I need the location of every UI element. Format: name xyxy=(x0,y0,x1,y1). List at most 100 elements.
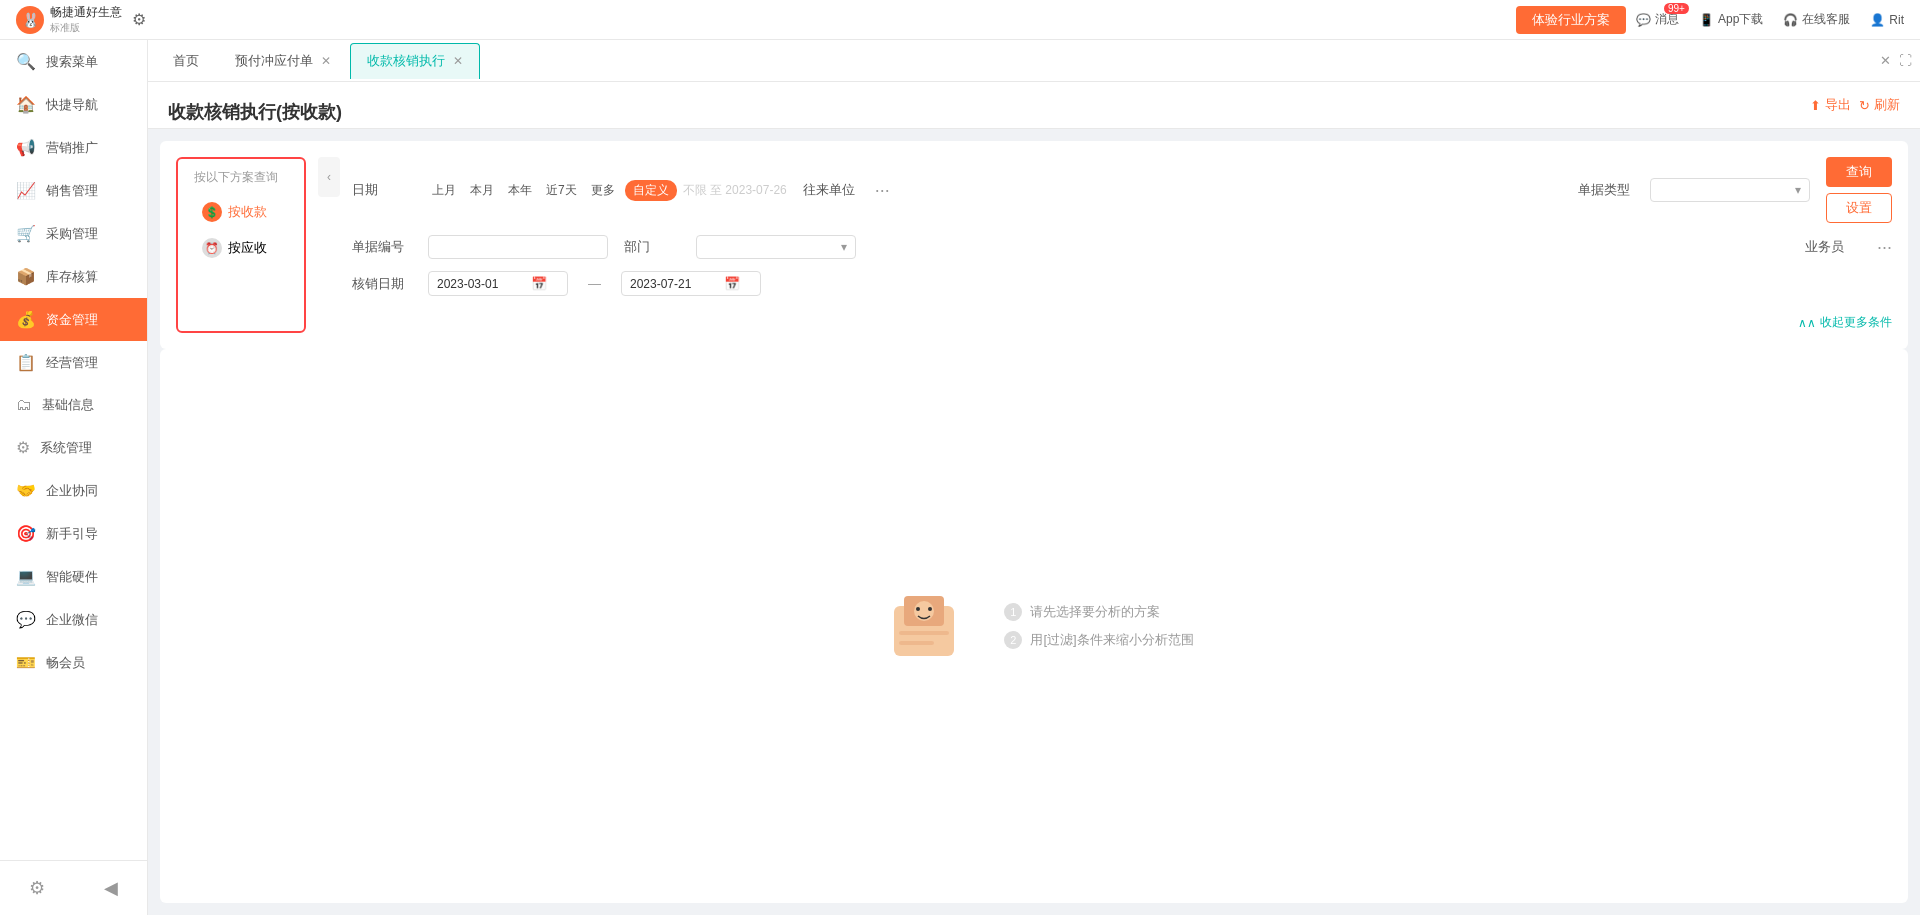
empty-tips: 1 请先选择要分析的方案 2 用[过滤]条件来缩小分析范围 xyxy=(1004,603,1193,649)
empty-tip-2: 2 用[过滤]条件来缩小分析范围 xyxy=(1004,631,1193,649)
partner-group: 往来单位 ··· 单据类型 ▾ xyxy=(803,178,1810,202)
sidebar-item-label: 系统管理 xyxy=(40,439,92,457)
bill-no-input[interactable] xyxy=(439,240,597,254)
bill-type-label: 单据类型 xyxy=(1578,181,1638,199)
close-window-icon[interactable]: ✕ xyxy=(1880,53,1891,68)
bill-type-select[interactable]: ▾ xyxy=(1650,178,1810,202)
sidebar-item-operations[interactable]: 📋 经营管理 xyxy=(0,341,147,384)
sidebar-item-quick-nav[interactable]: 🏠 快捷导航 xyxy=(0,83,147,126)
receipt-icon: 💲 xyxy=(202,202,222,222)
tab-label: 收款核销执行 xyxy=(367,52,445,70)
export-icon: ⬆ xyxy=(1810,98,1821,113)
svg-point-4 xyxy=(928,607,932,611)
user-menu[interactable]: 👤 Rit xyxy=(1870,13,1904,27)
salesman-ellipsis[interactable]: ··· xyxy=(1877,237,1892,258)
calendar-end-icon[interactable]: 📅 xyxy=(724,276,740,291)
receivable-icon: ⏰ xyxy=(202,238,222,258)
sidebar-item-inventory[interactable]: 📦 库存核算 xyxy=(0,255,147,298)
sidebar-item-enterprise[interactable]: 🤝 企业协同 xyxy=(0,469,147,512)
sidebar-item-system[interactable]: ⚙ 系统管理 xyxy=(0,426,147,469)
home-icon: 🏠 xyxy=(16,95,36,114)
tip-text-1: 请先选择要分析的方案 xyxy=(1030,603,1160,621)
tab-collection[interactable]: 收款核销执行 ✕ xyxy=(350,43,480,79)
tab-prepay[interactable]: 预付冲应付单 ✕ xyxy=(218,43,348,79)
verify-date-end-input[interactable]: 2023-07-21 xyxy=(630,277,720,291)
search-icon: 🔍 xyxy=(16,52,36,71)
online-service-button[interactable]: 🎧 在线客服 xyxy=(1783,11,1850,28)
close-tab-prepay-icon[interactable]: ✕ xyxy=(321,54,331,68)
sidebar-item-hardware[interactable]: 💻 智能硬件 xyxy=(0,555,147,598)
marketing-icon: 📢 xyxy=(16,138,36,157)
sidebar-item-wechat[interactable]: 💬 企业微信 xyxy=(0,598,147,641)
sidebar-item-search[interactable]: 🔍 搜索菜单 xyxy=(0,40,147,83)
filter-row-2: 单据编号 部门 ▾ 业务员 ··· xyxy=(352,235,1892,259)
sidebar-item-marketing[interactable]: 📢 营销推广 xyxy=(0,126,147,169)
date-label: 日期 xyxy=(352,181,412,199)
query-button[interactable]: 查询 xyxy=(1826,157,1892,187)
sidebar-item-purchase[interactable]: 🛒 采购管理 xyxy=(0,212,147,255)
expand-window-icon[interactable]: ⛶ xyxy=(1899,53,1912,68)
sidebar-collapse-button[interactable]: ◀ xyxy=(96,869,126,907)
close-tab-collection-icon[interactable]: ✕ xyxy=(453,54,463,68)
date-btn-7days[interactable]: 近7天 xyxy=(542,180,581,201)
date-hint: 不限 至 2023-07-26 xyxy=(683,182,787,199)
verify-date-start-input[interactable]: 2023-03-01 xyxy=(437,277,527,291)
chevron-down-icon: ▾ xyxy=(1795,183,1801,197)
page-title: 收款核销执行(按收款) xyxy=(168,100,342,124)
tip-text-2: 用[过滤]条件来缩小分析范围 xyxy=(1030,631,1193,649)
sidebar-item-finance[interactable]: 💰 资金管理 xyxy=(0,298,147,341)
collapse-more-button[interactable]: ∧∧ 收起更多条件 xyxy=(1798,314,1892,331)
tab-bar: 首页 预付冲应付单 ✕ 收款核销执行 ✕ ✕ ⛶ xyxy=(148,40,1920,82)
sales-icon: 📈 xyxy=(16,181,36,200)
date-btn-this-month[interactable]: 本月 xyxy=(466,180,498,201)
brand-sub: 标准版 xyxy=(50,21,122,35)
sidebar-item-label: 智能硬件 xyxy=(46,568,98,586)
sidebar-item-sales[interactable]: 📈 销售管理 xyxy=(0,169,147,212)
sidebar-item-label: 搜索菜单 xyxy=(46,53,98,71)
sidebar-item-label: 营销推广 xyxy=(46,139,98,157)
setting-button[interactable]: 设置 xyxy=(1826,193,1892,223)
date-btn-last-month[interactable]: 上月 xyxy=(428,180,460,201)
tab-label: 预付冲应付单 xyxy=(235,52,313,70)
export-button[interactable]: ⬆ 导出 xyxy=(1810,96,1851,114)
sidebar-item-basic-info[interactable]: 🗂 基础信息 xyxy=(0,384,147,426)
filter-row-3: 核销日期 2023-03-01 📅 — 2023-07-21 📅 xyxy=(352,271,1892,296)
filter-option-by-receipt[interactable]: 💲 按收款 xyxy=(194,198,275,226)
refresh-button[interactable]: ↻ 刷新 xyxy=(1859,96,1900,114)
collapse-toggle-button[interactable]: ‹ xyxy=(318,157,340,197)
partner-ellipsis[interactable]: ··· xyxy=(875,180,890,201)
sidebar-item-label: 资金管理 xyxy=(46,311,98,329)
date-btn-more[interactable]: 更多 xyxy=(587,180,619,201)
filter-option-by-receivable[interactable]: ⏰ 按应收 xyxy=(194,234,275,262)
brand-name: 畅捷通好生意 xyxy=(50,4,122,21)
svg-point-3 xyxy=(916,607,920,611)
sidebar-item-member[interactable]: 🎫 畅会员 xyxy=(0,641,147,684)
calendar-start-icon[interactable]: 📅 xyxy=(531,276,547,291)
action-buttons: 查询 设置 xyxy=(1826,157,1892,223)
gear-icon[interactable]: ⚙ xyxy=(132,10,146,29)
basic-info-icon: 🗂 xyxy=(16,396,32,414)
sidebar-bottom: ⚙ ◀ xyxy=(0,860,147,915)
filter-scheme-panel: 按以下方案查询 💲 按收款 ⏰ 按应收 xyxy=(176,157,306,333)
sidebar-item-guide[interactable]: 🎯 新手引导 xyxy=(0,512,147,555)
download-icon: 📱 xyxy=(1699,13,1714,27)
filter-option-label: 按应收 xyxy=(228,239,267,257)
empty-state: 1 请先选择要分析的方案 2 用[过滤]条件来缩小分析范围 xyxy=(160,349,1908,903)
filter-row-1: 日期 上月 本月 本年 近7天 更多 自定义 不限 至 2023-07-26 往… xyxy=(352,157,1892,223)
hardware-icon: 💻 xyxy=(16,567,36,586)
user-name: Rit xyxy=(1889,13,1904,27)
filter-fields: 日期 上月 本月 本年 近7天 更多 自定义 不限 至 2023-07-26 往… xyxy=(352,157,1892,333)
date-btn-custom[interactable]: 自定义 xyxy=(625,180,677,201)
industry-solution-button[interactable]: 体验行业方案 xyxy=(1516,6,1626,34)
chevron-up-icon: ∧∧ xyxy=(1798,316,1816,330)
app-download-label: App下载 xyxy=(1718,11,1763,28)
date-btn-this-year[interactable]: 本年 xyxy=(504,180,536,201)
tip-num-2: 2 xyxy=(1004,631,1022,649)
purchase-icon: 🛒 xyxy=(16,224,36,243)
sidebar-settings-button[interactable]: ⚙ xyxy=(21,869,53,907)
dept-select[interactable]: ▾ xyxy=(696,235,856,259)
dept-group: 部门 ▾ 业务员 ··· xyxy=(624,235,1892,259)
tab-home[interactable]: 首页 xyxy=(156,43,216,79)
app-download-button[interactable]: 📱 App下载 xyxy=(1699,11,1763,28)
messages-button[interactable]: 💬 消息 99+ xyxy=(1636,11,1679,28)
